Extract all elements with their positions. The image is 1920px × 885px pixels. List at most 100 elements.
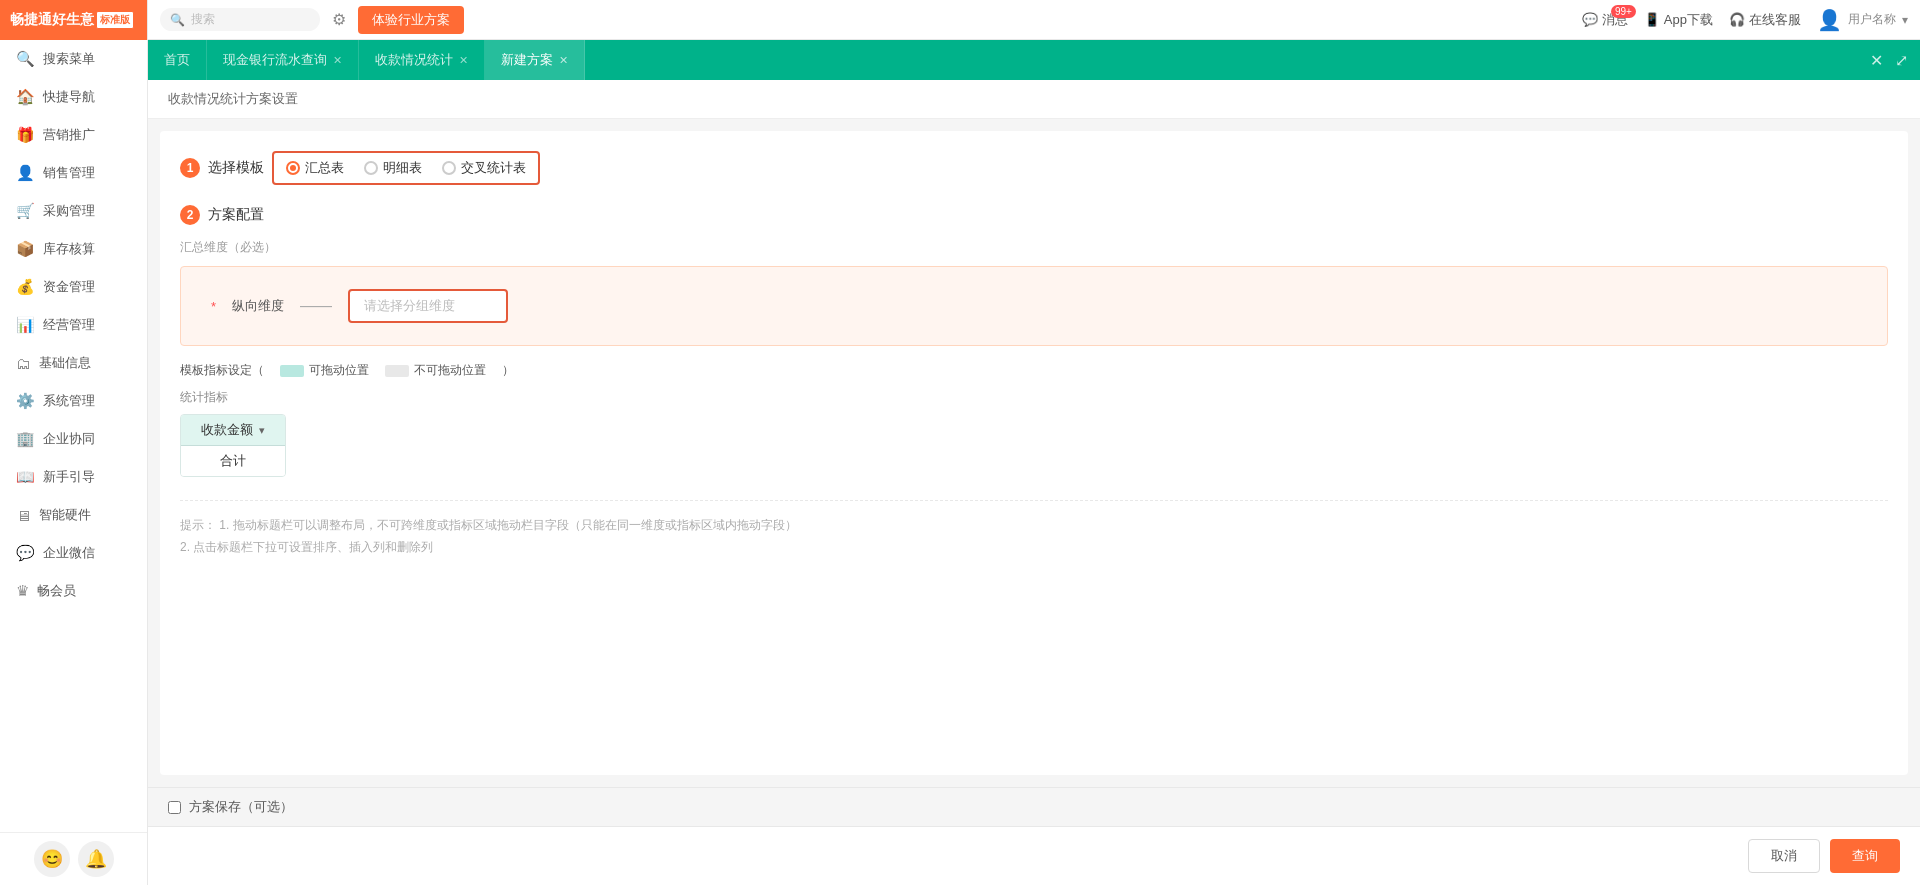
legend-close-paren: ）: [502, 362, 514, 379]
sidebar-item-label: 智能硬件: [39, 506, 91, 524]
sidebar-item-search[interactable]: 🔍 搜索菜单: [0, 40, 147, 78]
stats-col-header[interactable]: 收款金额 ▾: [181, 415, 285, 446]
maximize-icon[interactable]: ⤢: [1893, 49, 1910, 72]
stats-title: 统计指标: [180, 389, 1888, 406]
tab-home-label: 首页: [164, 51, 190, 69]
sidebar: 畅捷通好生意 标准版 🔍 搜索菜单 🏠 快捷导航 🎁 营销推广 👤 销售管理 🛒…: [0, 0, 148, 885]
sidebar-item-hardware[interactable]: 🖥 智能硬件: [0, 496, 147, 534]
tab-home[interactable]: 首页: [148, 40, 207, 80]
chevron-down-icon: ▾: [1902, 13, 1908, 27]
indicator-legend-prefix: 模板指标设定（: [180, 362, 264, 379]
sidebar-item-sales[interactable]: 👤 销售管理: [0, 154, 147, 192]
cancel-button[interactable]: 取消: [1748, 839, 1820, 873]
user-avatar[interactable]: 👤 用户名称 ▾: [1817, 8, 1908, 32]
cart-icon: 🛒: [16, 202, 35, 220]
sidebar-bottom: 😊 🔔: [0, 832, 147, 885]
sidebar-item-marketing[interactable]: 🎁 营销推广: [0, 116, 147, 154]
sidebar-item-label: 新手引导: [43, 468, 95, 486]
step2-section: 2 方案配置 汇总维度（必选） * 纵向维度 —— 请选择分组维度: [180, 205, 1888, 558]
sidebar-item-label: 营销推广: [43, 126, 95, 144]
tips-line2: 2. 点击标题栏下拉可设置排序、插入列和删除列: [180, 537, 1888, 559]
step1-section: 1 选择模板 汇总表 明细表 交叉统计表: [180, 151, 1888, 185]
money-icon: 💰: [16, 278, 35, 296]
search-box[interactable]: 🔍 搜索: [160, 8, 320, 31]
group-dimension-select[interactable]: 请选择分组维度: [348, 289, 508, 323]
step1-title: 选择模板: [208, 159, 264, 177]
action-bar: 取消 查询: [148, 826, 1920, 885]
tab-bank[interactable]: 现金银行流水查询 ✕: [207, 40, 359, 80]
sidebar-item-member[interactable]: ♛ 畅会员: [0, 572, 147, 610]
sidebar-item-quicknav[interactable]: 🏠 快捷导航: [0, 78, 147, 116]
radio-detail-label: 明细表: [383, 159, 422, 177]
nodrag-label: 不可拖动位置: [414, 362, 486, 379]
query-button[interactable]: 查询: [1830, 839, 1900, 873]
step2-header: 2 方案配置: [180, 205, 1888, 225]
message-btn[interactable]: 💬 消息 99+: [1582, 11, 1628, 29]
step1-header: 1 选择模板 汇总表 明细表 交叉统计表: [180, 151, 1888, 185]
monitor-icon: 🖥: [16, 507, 31, 524]
tab-stats[interactable]: 收款情况统计 ✕: [359, 40, 485, 80]
trial-button[interactable]: 体验行业方案: [358, 6, 464, 34]
topbar-right: 💬 消息 99+ 📱 App下载 🎧 在线客服 👤 用户名称 ▾: [1582, 8, 1908, 32]
main-area: 🔍 搜索 ⚙ 体验行业方案 💬 消息 99+ 📱 App下载 🎧 在线客服 👤 …: [148, 0, 1920, 885]
headset-icon: 🎧: [1729, 12, 1745, 27]
step2-num: 2: [180, 205, 200, 225]
nodrag-indicator: [385, 365, 409, 377]
sidebar-item-finance[interactable]: 💰 资金管理: [0, 268, 147, 306]
sidebar-bottom-btn-right[interactable]: 🔔: [78, 841, 114, 877]
drag-indicator: [280, 365, 304, 377]
sidebar-item-corp[interactable]: 🏢 企业协同: [0, 420, 147, 458]
gift-icon: 🎁: [16, 126, 35, 144]
dimension-row: * 纵向维度 —— 请选择分组维度: [211, 289, 508, 323]
sidebar-item-label: 畅会员: [37, 582, 76, 600]
content-area: 收款情况统计方案设置 1 选择模板 汇总表 明细表: [148, 80, 1920, 885]
tips-line1: 提示： 1. 拖动标题栏可以调整布局，不可跨维度或指标区域拖动栏目字段（只能在同…: [180, 515, 1888, 537]
gear-icon: ⚙️: [16, 392, 35, 410]
tab-new[interactable]: 新建方案 ✕: [485, 40, 585, 80]
breadcrumb-text: 收款情况统计方案设置: [168, 91, 298, 106]
sidebar-item-label: 搜索菜单: [43, 50, 95, 68]
tab-bank-label: 现金银行流水查询: [223, 51, 327, 69]
sidebar-item-label: 系统管理: [43, 392, 95, 410]
topbar: 🔍 搜索 ⚙ 体验行业方案 💬 消息 99+ 📱 App下载 🎧 在线客服 👤 …: [148, 0, 1920, 40]
app-download-btn[interactable]: 📱 App下载: [1644, 11, 1713, 29]
sidebar-item-wechat[interactable]: 💬 企业微信: [0, 534, 147, 572]
settings-icon[interactable]: ⚙: [332, 10, 346, 29]
sidebar-item-inventory[interactable]: 📦 库存核算: [0, 230, 147, 268]
logo-badge: 标准版: [96, 11, 134, 29]
radio-cross[interactable]: 交叉统计表: [442, 159, 526, 177]
template-radio-group: 汇总表 明细表 交叉统计表: [272, 151, 540, 185]
sidebar-item-system[interactable]: ⚙️ 系统管理: [0, 382, 147, 420]
save-checkbox[interactable]: [168, 801, 181, 814]
radio-summary[interactable]: 汇总表: [286, 159, 344, 177]
sidebar-item-label: 库存核算: [43, 240, 95, 258]
sidebar-item-purchase[interactable]: 🛒 采购管理: [0, 192, 147, 230]
person-icon: 👤: [16, 164, 35, 182]
sidebar-item-operations[interactable]: 📊 经营管理: [0, 306, 147, 344]
radio-detail[interactable]: 明细表: [364, 159, 422, 177]
sidebar-item-label: 资金管理: [43, 278, 95, 296]
tab-navigation: 首页 现金银行流水查询 ✕ 收款情况统计 ✕ 新建方案 ✕ ✕ ⤢: [148, 40, 1920, 80]
drag-label: 可拖动位置: [309, 362, 369, 379]
close-window-icon[interactable]: ✕: [1868, 49, 1885, 72]
user-icon: 👤: [1817, 8, 1842, 32]
indicator-section: 模板指标设定（ 可拖动位置 不可拖动位置 ） 统计指标: [180, 362, 1888, 480]
tab-new-close[interactable]: ✕: [559, 54, 568, 67]
sidebar-item-basic[interactable]: 🗂 基础信息: [0, 344, 147, 382]
chart-icon: 📊: [16, 316, 35, 334]
main-card: 1 选择模板 汇总表 明细表 交叉统计表: [160, 131, 1908, 775]
sidebar-item-label: 快捷导航: [43, 88, 95, 106]
service-label: 在线客服: [1749, 11, 1801, 29]
tips-section: 提示： 1. 拖动标题栏可以调整布局，不可跨维度或指标区域拖动栏目字段（只能在同…: [180, 500, 1888, 558]
tab-stats-close[interactable]: ✕: [459, 54, 468, 67]
service-btn[interactable]: 🎧 在线客服: [1729, 11, 1801, 29]
required-mark: *: [211, 299, 216, 314]
user-name: 用户名称: [1848, 11, 1896, 28]
tab-bank-close[interactable]: ✕: [333, 54, 342, 67]
sidebar-item-newuser[interactable]: 📖 新手引导: [0, 458, 147, 496]
dimension-area: * 纵向维度 —— 请选择分组维度: [180, 266, 1888, 346]
search-placeholder: 搜索: [191, 11, 215, 28]
stats-col-body: 合计: [181, 446, 285, 476]
sidebar-bottom-btn-left[interactable]: 😊: [34, 841, 70, 877]
dimension-section-label: 汇总维度（必选）: [180, 239, 1888, 256]
